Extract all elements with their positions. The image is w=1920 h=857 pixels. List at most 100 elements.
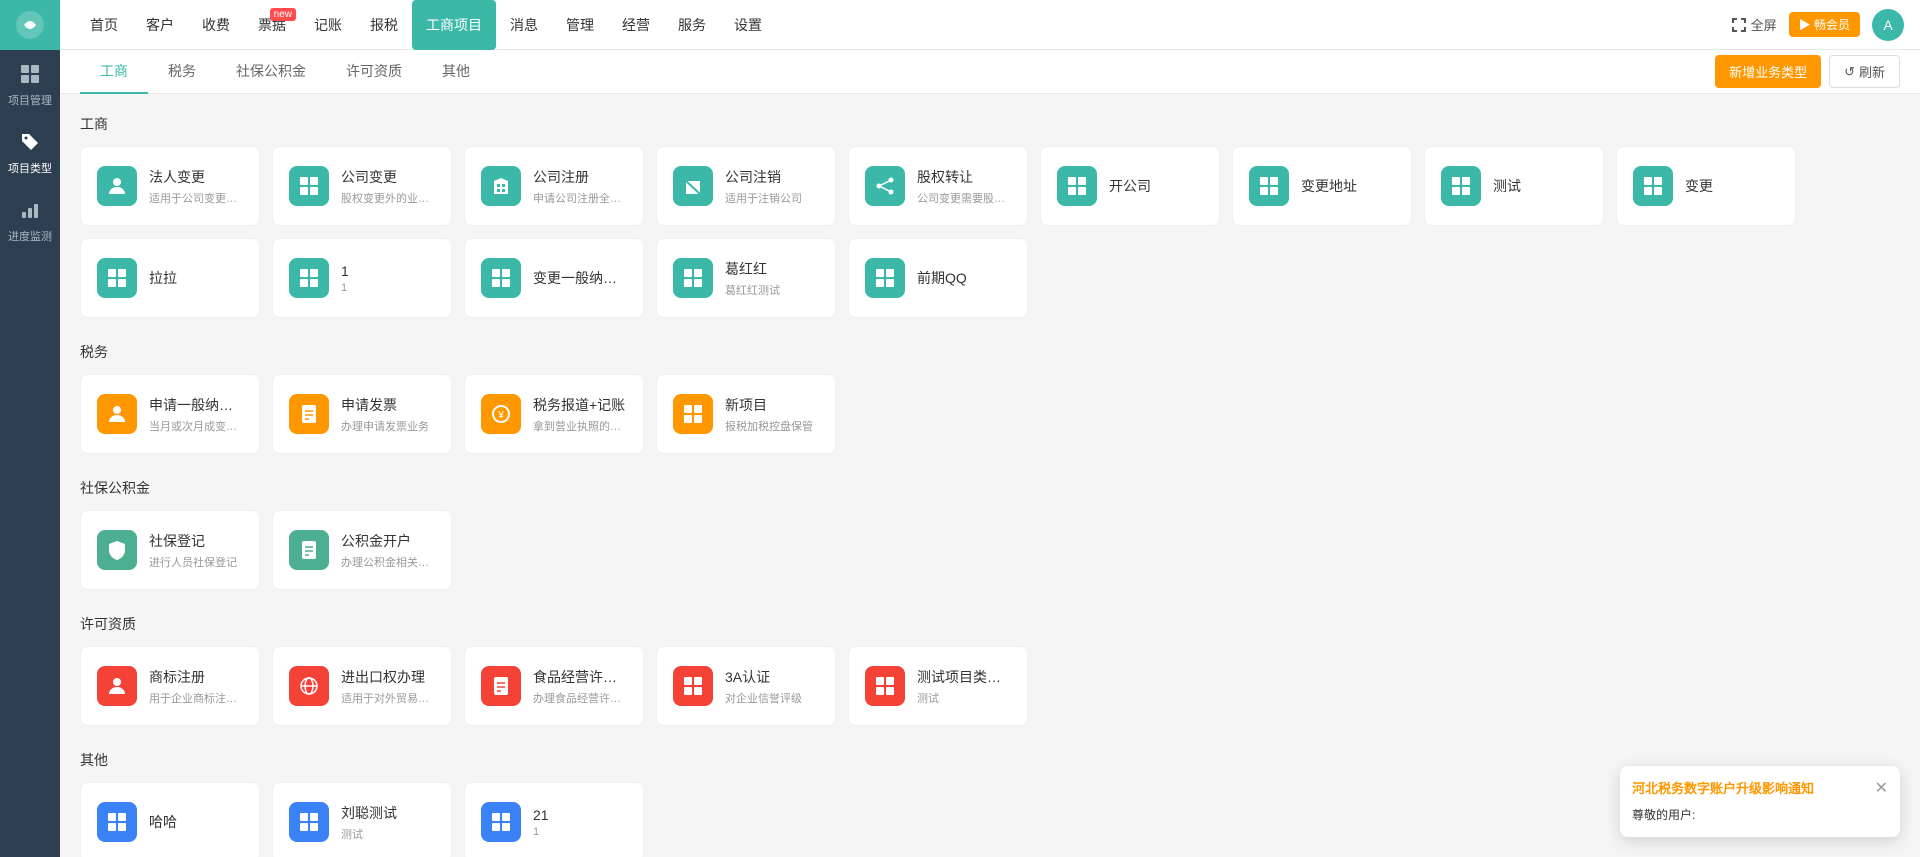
nav-tickets[interactable]: 票据 new <box>244 0 300 50</box>
refresh-button[interactable]: ↺ 刷新 <box>1829 55 1900 88</box>
biz-card[interactable]: 公积金开户办理公积金相关业务 <box>272 510 452 590</box>
add-type-button[interactable]: 新增业务类型 <box>1715 55 1821 88</box>
nav-message[interactable]: 消息 <box>496 0 552 50</box>
biz-name: 变更 <box>1685 176 1779 196</box>
vip-button[interactable]: ▶ 畅会员 <box>1789 12 1860 37</box>
notification-header: 河北税务数字账户升级影响通知 ✕ <box>1632 778 1888 798</box>
biz-name: 测试项目类型目定义 <box>917 667 1011 687</box>
nav-management[interactable]: 管理 <box>552 0 608 50</box>
biz-name: 公司注册 <box>533 167 627 187</box>
nav-bookkeeping[interactable]: 记账 <box>300 0 356 50</box>
biz-card[interactable]: 11 <box>272 238 452 318</box>
tab-gongshang[interactable]: 工商 <box>80 50 148 94</box>
biz-card[interactable]: 拉拉 <box>80 238 260 318</box>
biz-name: 哈哈 <box>149 812 243 832</box>
nav-operation[interactable]: 经营 <box>608 0 664 50</box>
avatar[interactable]: A <box>1872 9 1904 41</box>
biz-card[interactable]: 公司注册申请公司注册全流程 <box>464 146 644 226</box>
biz-card[interactable]: 法人变更适用于公司变更法人 <box>80 146 260 226</box>
biz-card[interactable]: 商标注册用于企业商标注册服务 <box>80 646 260 726</box>
grid-icon <box>16 60 44 88</box>
biz-card[interactable]: 3A认证对企业信誉评级 <box>656 646 836 726</box>
biz-card[interactable]: 开公司 <box>1040 146 1220 226</box>
section-title: 税务 <box>80 342 1900 362</box>
fullscreen-btn[interactable]: 全屏 <box>1731 15 1777 34</box>
grid-icon <box>1633 166 1673 206</box>
biz-card[interactable]: 变更 <box>1616 146 1796 226</box>
biz-info: 股权转让公司变更需要股权转让 <box>917 167 1011 206</box>
doc-icon <box>289 530 329 570</box>
tab-bar: 工商 税务 社保公积金 许可资质 其他 新增业务类型 ↺ 刷新 <box>60 50 1920 94</box>
biz-info: 前期QQ <box>917 268 1011 288</box>
tab-shuiwu[interactable]: 税务 <box>148 50 216 94</box>
sidebar-item-label: 进度监测 <box>8 228 52 244</box>
biz-name: 公司注销 <box>725 167 819 187</box>
scroll-content[interactable]: 工商法人变更适用于公司变更法人公司变更股权变更外的业务变更 公司注册申请公司注册全… <box>60 94 1920 857</box>
nav-home[interactable]: 首页 <box>76 0 132 50</box>
biz-card[interactable]: 公司变更股权变更外的业务变更 <box>272 146 452 226</box>
grid-icon <box>673 394 713 434</box>
biz-card[interactable]: 申请一般纳税人当月或次月成变更完成 <box>80 374 260 454</box>
notification-close-button[interactable]: ✕ <box>1875 778 1888 798</box>
biz-name: 3A认证 <box>725 667 819 687</box>
tab-xuke[interactable]: 许可资质 <box>326 50 422 94</box>
sidebar-item-project-management[interactable]: 项目管理 <box>0 50 60 118</box>
section-title: 工商 <box>80 114 1900 134</box>
biz-card[interactable]: 进出口权办理适用于对外贸易经营者 <box>272 646 452 726</box>
biz-card[interactable]: 变更地址 <box>1232 146 1412 226</box>
biz-card[interactable]: 葛红红葛红红测试 <box>656 238 836 318</box>
nav-fees[interactable]: 收费 <box>188 0 244 50</box>
biz-card[interactable]: 申请发票办理申请发票业务 <box>272 374 452 454</box>
biz-desc: 拿到营业执照的新公司 <box>533 418 627 434</box>
sidebar-item-label: 项目管理 <box>8 92 52 108</box>
tab-shebao[interactable]: 社保公积金 <box>216 50 326 94</box>
biz-desc: 适用于对外贸易经营者 <box>341 690 435 706</box>
biz-name: 申请一般纳税人 <box>149 395 243 415</box>
biz-info: 公司注册申请公司注册全流程 <box>533 167 627 206</box>
biz-info: 测试项目类型目定义测试 <box>917 667 1011 706</box>
notification-popup: 河北税务数字账户升级影响通知 ✕ 尊敬的用户: <box>1620 766 1900 837</box>
section-title: 许可资质 <box>80 614 1900 634</box>
sidebar-item-progress[interactable]: 进度监测 <box>0 186 60 254</box>
biz-card[interactable]: 211 <box>464 782 644 857</box>
biz-info: 进出口权办理适用于对外贸易经营者 <box>341 667 435 706</box>
sidebar-logo[interactable] <box>0 0 60 50</box>
biz-card[interactable]: 公司注销适用于注销公司 <box>656 146 836 226</box>
biz-name: 社保登记 <box>149 531 243 551</box>
grid-icon <box>865 666 905 706</box>
biz-info: 公积金开户办理公积金相关业务 <box>341 531 435 570</box>
biz-card[interactable]: 测试项目类型目定义测试 <box>848 646 1028 726</box>
tab-other[interactable]: 其他 <box>422 50 490 94</box>
biz-card[interactable]: 刘聪测试测试 <box>272 782 452 857</box>
biz-desc: 报税加税控盘保管 <box>725 418 819 434</box>
biz-name: 变更一般纳税人 <box>533 268 627 288</box>
biz-name: 食品经营许可证 <box>533 667 627 687</box>
biz-name: 申请发票 <box>341 395 435 415</box>
biz-desc: 适用于公司变更法人 <box>149 190 243 206</box>
biz-card[interactable]: 新项目报税加税控盘保管 <box>656 374 836 454</box>
biz-info: 11 <box>341 263 435 294</box>
new-badge: new <box>270 8 296 21</box>
biz-card[interactable]: 股权转让公司变更需要股权转让 <box>848 146 1028 226</box>
biz-info: 变更地址 <box>1301 176 1395 196</box>
biz-card[interactable]: ¥税务报道+记账拿到营业执照的新公司 <box>464 374 644 454</box>
person-icon <box>97 666 137 706</box>
grid-icon <box>1249 166 1289 206</box>
biz-info: 公司注销适用于注销公司 <box>725 167 819 206</box>
nav-tax[interactable]: 报税 <box>356 0 412 50</box>
nav-business-project[interactable]: 工商项目 <box>412 0 496 50</box>
biz-desc: 办理食品经营许可证 <box>533 690 627 706</box>
biz-card[interactable]: 前期QQ <box>848 238 1028 318</box>
sidebar-item-project-type[interactable]: 项目类型 <box>0 118 60 186</box>
nav-settings[interactable]: 设置 <box>720 0 776 50</box>
biz-card[interactable]: 社保登记进行人员社保登记 <box>80 510 260 590</box>
top-navigation: 首页 客户 收费 票据 new 记账 报税 工商项目 消息 管理 经营 <box>60 0 1920 50</box>
biz-card[interactable]: 变更一般纳税人 <box>464 238 644 318</box>
doc-icon <box>289 394 329 434</box>
nav-customers[interactable]: 客户 <box>132 0 188 50</box>
nav-service[interactable]: 服务 <box>664 0 720 50</box>
biz-info: 211 <box>533 807 627 838</box>
biz-card[interactable]: 食品经营许可证办理食品经营许可证 <box>464 646 644 726</box>
biz-card[interactable]: 测试 <box>1424 146 1604 226</box>
biz-card[interactable]: 哈哈 <box>80 782 260 857</box>
